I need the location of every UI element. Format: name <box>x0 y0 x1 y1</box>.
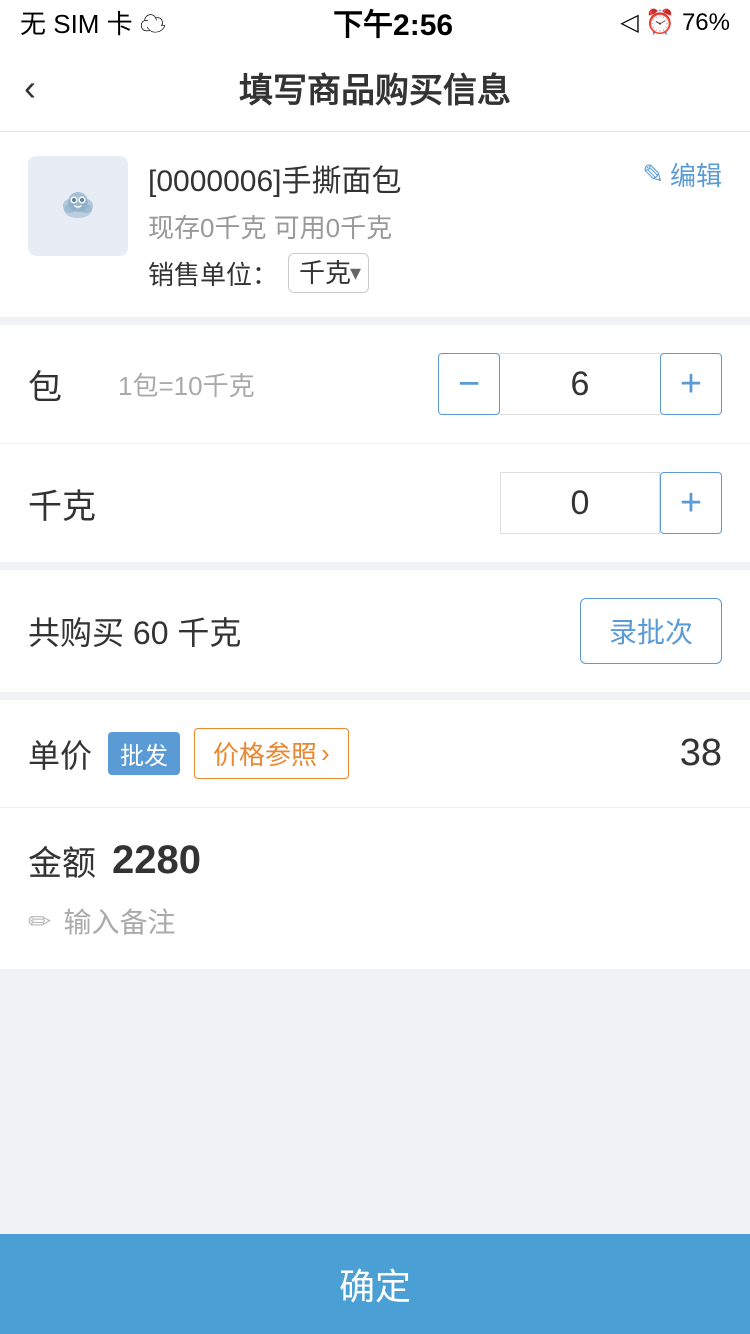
kg-input-row: 千克 + <box>0 444 750 562</box>
remark-row[interactable]: ✏ 输入备注 <box>28 901 722 941</box>
package-minus-button[interactable]: − <box>438 353 500 415</box>
edit-button[interactable]: ✎ 编辑 <box>642 156 722 193</box>
batch-button[interactable]: 录批次 <box>580 598 722 664</box>
back-button[interactable]: ‹ <box>24 67 36 109</box>
pencil-icon: ✏ <box>28 905 51 938</box>
kg-qty-controls: + <box>500 472 722 534</box>
unit-select-wrap[interactable]: 千克 <box>288 253 369 293</box>
edit-icon: ✎ <box>642 159 664 190</box>
amount-label: 金额 <box>28 836 96 885</box>
price-section: 单价 批发 价格参照 › 38 <box>0 700 750 808</box>
package-plus-button[interactable]: + <box>660 353 722 415</box>
kg-qty-input[interactable] <box>500 472 660 534</box>
edit-label: 编辑 <box>670 156 722 193</box>
nav-bar: ‹ 填写商品购买信息 <box>0 44 750 132</box>
remark-label: 输入备注 <box>63 901 175 941</box>
package-qty-controls: − + <box>438 353 722 415</box>
confirm-button[interactable]: 确定 <box>0 1234 750 1334</box>
package-qty-input[interactable] <box>500 353 660 415</box>
package-label: 包 <box>28 360 108 409</box>
product-stock: 现存0千克 可用0千克 <box>148 208 722 245</box>
price-row: 单价 批发 价格参照 › 38 <box>28 728 722 807</box>
price-ref-label: 价格参照 <box>213 735 317 772</box>
total-row: 共购买 60 千克 录批次 <box>0 570 750 700</box>
kg-plus-button[interactable]: + <box>660 472 722 534</box>
price-tag: 批发 <box>108 732 180 775</box>
kg-label: 千克 <box>28 479 108 528</box>
amount-section: 金额 2280 ✏ 输入备注 <box>0 808 750 969</box>
status-bar: 无 SIM 卡 ☁ 下午2:56 ◁ ⏰ 76% <box>0 0 750 44</box>
total-text: 共购买 60 千克 <box>28 608 241 654</box>
input-section: 包 1包=10千克 − + 千克 + <box>0 325 750 570</box>
price-ref-arrow: › <box>321 738 330 769</box>
amount-row: 金额 2280 <box>28 836 722 885</box>
bottom-space <box>0 969 750 1234</box>
price-value: 38 <box>680 732 722 775</box>
package-hint: 1包=10千克 <box>118 366 438 403</box>
product-card: [0000006]手撕面包 现存0千克 可用0千克 销售单位： 千克 ✎ 编辑 <box>0 132 750 325</box>
amount-value: 2280 <box>112 838 201 883</box>
product-thumbnail <box>28 156 128 256</box>
package-input-row: 包 1包=10千克 − + <box>0 325 750 444</box>
status-time: 下午2:56 <box>333 0 453 44</box>
product-name: [0000006]手撕面包 <box>148 156 722 200</box>
product-unit-row: 销售单位： 千克 <box>148 253 722 293</box>
status-left: 无 SIM 卡 ☁ <box>20 4 166 41</box>
unit-label: 销售单位： <box>148 255 278 292</box>
price-ref-button[interactable]: 价格参照 › <box>194 728 349 779</box>
unit-select[interactable]: 千克 <box>288 253 369 293</box>
price-label: 单价 <box>28 731 92 777</box>
page-title: 填写商品购买信息 <box>239 63 511 112</box>
status-right: ◁ ⏰ 76% <box>620 8 730 37</box>
product-info: [0000006]手撕面包 现存0千克 可用0千克 销售单位： 千克 <box>148 156 722 293</box>
